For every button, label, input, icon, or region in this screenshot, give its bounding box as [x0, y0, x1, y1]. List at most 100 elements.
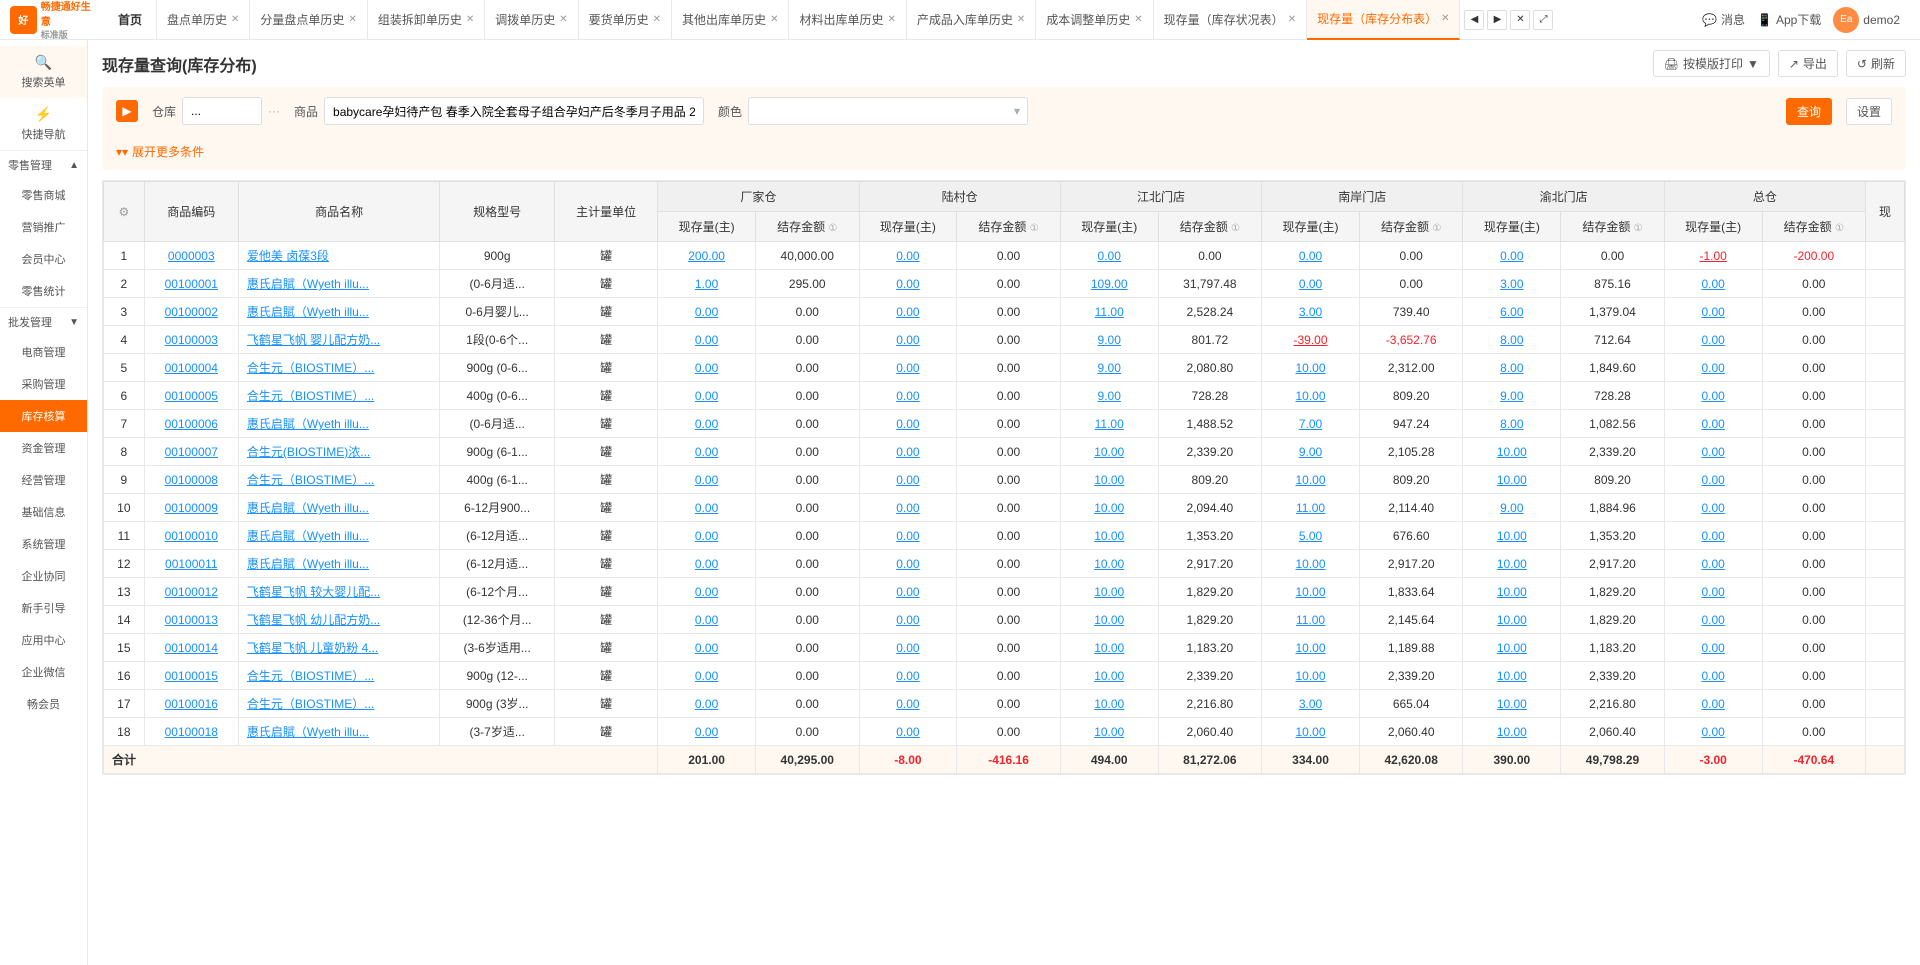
product-name[interactable]: 合生元（BIOSTIME）... [238, 466, 439, 494]
tab-5[interactable]: 要货单历史 ✕ [579, 0, 672, 40]
w5-qty[interactable]: 10.00 [1463, 438, 1561, 466]
w1-qty[interactable]: 0.00 [658, 438, 756, 466]
w4-qty[interactable]: 9.00 [1262, 438, 1360, 466]
sidebar-item-search[interactable]: 🔍 搜索英单 [0, 46, 87, 98]
sidebar-item-apps[interactable]: 应用中心 [0, 624, 87, 656]
w4-qty[interactable]: 10.00 [1262, 382, 1360, 410]
w4-qty[interactable]: 11.00 [1262, 606, 1360, 634]
w1-qty[interactable]: 0.00 [658, 382, 756, 410]
toggle-btn[interactable]: ▶ [116, 100, 138, 122]
close-icon[interactable]: ✕ [887, 14, 895, 25]
total-qty[interactable]: 0.00 [1664, 466, 1762, 494]
w4-qty[interactable]: 7.00 [1262, 410, 1360, 438]
w4-qty[interactable]: 5.00 [1262, 522, 1360, 550]
w1-qty[interactable]: 0.00 [658, 354, 756, 382]
w3-qty[interactable]: 10.00 [1060, 718, 1158, 746]
tab-next-btn[interactable]: ▶ [1487, 10, 1507, 30]
w5-qty[interactable]: 8.00 [1463, 354, 1561, 382]
query-btn[interactable]: 查询 [1786, 98, 1832, 125]
product-code[interactable]: 00100001 [144, 270, 238, 298]
close-icon[interactable]: ✕ [466, 14, 474, 25]
w5-qty[interactable]: 10.00 [1463, 718, 1561, 746]
close-icon[interactable]: ✕ [1134, 14, 1142, 25]
sidebar-item-ecommerce[interactable]: 电商管理 [0, 336, 87, 368]
w3-qty[interactable]: 10.00 [1060, 438, 1158, 466]
w4-qty[interactable]: 10.00 [1262, 718, 1360, 746]
close-icon[interactable]: ✕ [1288, 14, 1296, 25]
product-name[interactable]: 惠氏启賦（Wyeth illu... [238, 718, 439, 746]
w3-qty[interactable]: 10.00 [1060, 634, 1158, 662]
w2-qty[interactable]: 0.00 [859, 718, 957, 746]
sidebar-item-wholesale[interactable]: 批发管理 ▼ [0, 307, 87, 336]
total-qty[interactable]: 0.00 [1664, 550, 1762, 578]
w4-qty[interactable]: 10.00 [1262, 662, 1360, 690]
product-code[interactable]: 00100013 [144, 606, 238, 634]
w1-qty[interactable]: 0.00 [658, 606, 756, 634]
w3-qty[interactable]: 10.00 [1060, 578, 1158, 606]
w2-qty[interactable]: 0.00 [859, 662, 957, 690]
total-qty[interactable]: 0.00 [1664, 494, 1762, 522]
close-icon[interactable]: ✕ [770, 14, 778, 25]
product-code[interactable]: 00100014 [144, 634, 238, 662]
w2-qty[interactable]: 0.00 [859, 410, 957, 438]
product-name[interactable]: 惠氏启賦（Wyeth illu... [238, 410, 439, 438]
product-code[interactable]: 00100011 [144, 550, 238, 578]
product-code[interactable]: 00100003 [144, 326, 238, 354]
warehouse-input[interactable] [182, 97, 262, 125]
w4-qty[interactable]: 10.00 [1262, 634, 1360, 662]
w1-qty[interactable]: 0.00 [658, 550, 756, 578]
product-code[interactable]: 00100006 [144, 410, 238, 438]
w1-qty[interactable]: 0.00 [658, 718, 756, 746]
w1-qty[interactable]: 0.00 [658, 410, 756, 438]
tab-1[interactable]: 盘点单历史 ✕ [157, 0, 250, 40]
total-qty[interactable]: 0.00 [1664, 522, 1762, 550]
product-code[interactable]: 00100008 [144, 466, 238, 494]
total-qty[interactable]: 0.00 [1664, 606, 1762, 634]
w5-qty[interactable]: 8.00 [1463, 326, 1561, 354]
settings-btn[interactable]: 设置 [1846, 98, 1892, 125]
w3-qty[interactable]: 10.00 [1060, 466, 1158, 494]
w3-qty[interactable]: 9.00 [1060, 382, 1158, 410]
w2-qty[interactable]: 0.00 [859, 634, 957, 662]
w1-qty[interactable]: 0.00 [658, 578, 756, 606]
tab-7[interactable]: 材料出库单历史 ✕ [789, 0, 906, 40]
total-qty[interactable]: 0.00 [1664, 382, 1762, 410]
product-name[interactable]: 飞鹤星飞帆 婴儿配方奶... [238, 326, 439, 354]
total-qty[interactable]: 0.00 [1664, 634, 1762, 662]
sidebar-item-enterprise[interactable]: 企业协同 [0, 560, 87, 592]
product-code[interactable]: 00100004 [144, 354, 238, 382]
w4-qty[interactable]: 10.00 [1262, 550, 1360, 578]
sidebar-item-wechat[interactable]: 企业微信 [0, 656, 87, 688]
sidebar-item-member[interactable]: 会员中心 [0, 243, 87, 275]
w5-qty[interactable]: 10.00 [1463, 578, 1561, 606]
w1-qty[interactable]: 0.00 [658, 494, 756, 522]
w5-qty[interactable]: 10.00 [1463, 522, 1561, 550]
product-name[interactable]: 合生元（BIOSTIME）... [238, 354, 439, 382]
w4-qty[interactable]: 3.00 [1262, 690, 1360, 718]
export-btn[interactable]: ↗ 导出 [1778, 50, 1838, 77]
tab-11[interactable]: 现存量（库存分布表） ✕ [1307, 0, 1460, 40]
expand-btn[interactable]: ▾▾ 展开更多条件 [116, 143, 204, 160]
w3-qty[interactable]: 10.00 [1060, 690, 1158, 718]
close-icon[interactable]: ✕ [653, 14, 661, 25]
w4-qty[interactable]: 10.00 [1262, 466, 1360, 494]
tab-9[interactable]: 成本调整单历史 ✕ [1036, 0, 1153, 40]
product-name[interactable]: 合生元（BIOSTIME）... [238, 382, 439, 410]
w2-qty[interactable]: 0.00 [859, 522, 957, 550]
sidebar-item-quicknav[interactable]: ⚡ 快捷导航 [0, 98, 87, 150]
w1-qty[interactable]: 200.00 [658, 242, 756, 270]
product-code[interactable]: 00100016 [144, 690, 238, 718]
w3-qty[interactable]: 10.00 [1060, 522, 1158, 550]
w3-qty[interactable]: 109.00 [1060, 270, 1158, 298]
w2-qty[interactable]: 0.00 [859, 270, 957, 298]
tab-4[interactable]: 调拨单历史 ✕ [485, 0, 578, 40]
w2-qty[interactable]: 0.00 [859, 578, 957, 606]
sidebar-item-finance[interactable]: 资金管理 [0, 432, 87, 464]
print-btn[interactable]: 🖨 按模版打印 ▼ [1653, 50, 1770, 77]
w4-qty[interactable]: 0.00 [1262, 242, 1360, 270]
total-qty[interactable]: 0.00 [1664, 354, 1762, 382]
product-name[interactable]: 惠氏启賦（Wyeth illu... [238, 550, 439, 578]
w3-qty[interactable]: 10.00 [1060, 494, 1158, 522]
sidebar-item-retail-mall[interactable]: 零售商城 [0, 179, 87, 211]
sidebar-item-purchase[interactable]: 采购管理 [0, 368, 87, 400]
